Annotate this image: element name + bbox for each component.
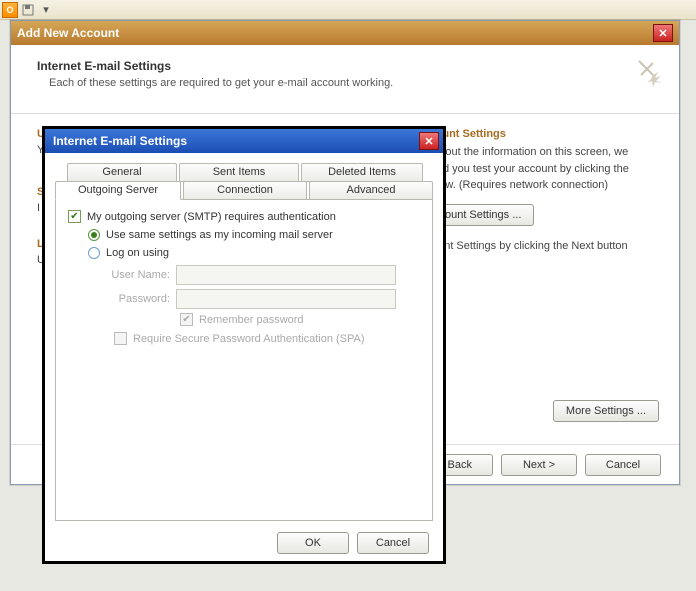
radio-icon[interactable]: [88, 247, 100, 259]
radio-icon[interactable]: [88, 229, 100, 241]
spa-label: Require Secure Password Authentication (…: [133, 333, 365, 345]
use-same-settings-label: Use same settings as my incoming mail se…: [106, 229, 333, 241]
smtp-auth-checkbox-row[interactable]: ✔ My outgoing server (SMTP) requires aut…: [68, 210, 420, 223]
cancel-button[interactable]: Cancel: [585, 454, 661, 476]
username-label: User Name:: [96, 269, 170, 281]
close-icon[interactable]: ✕: [419, 132, 439, 150]
checkbox-icon: ✔: [180, 313, 193, 326]
qat-dropdown-icon[interactable]: ▾: [38, 2, 54, 18]
dialog-body: General Sent Items Deleted Items Outgoin…: [45, 153, 443, 561]
quick-access-toolbar: O ▾: [0, 0, 696, 20]
next-button[interactable]: Next >: [501, 454, 577, 476]
logon-using-label: Log on using: [106, 247, 169, 259]
remember-password-label: Remember password: [199, 314, 304, 326]
tab-connection[interactable]: Connection: [183, 181, 307, 200]
smtp-auth-label: My outgoing server (SMTP) requires authe…: [87, 211, 336, 223]
tab-advanced[interactable]: Advanced: [309, 181, 433, 200]
tab-general[interactable]: General: [67, 163, 177, 182]
add-account-title: Add New Account: [17, 26, 119, 40]
cancel-button[interactable]: Cancel: [357, 532, 429, 554]
page-title: Internet E-mail Settings: [37, 59, 659, 73]
tab-deleted-items[interactable]: Deleted Items: [301, 163, 423, 182]
dialog-titlebar: Internet E-mail Settings ✕: [45, 129, 443, 153]
add-account-header: Internet E-mail Settings Each of these s…: [11, 45, 679, 99]
qat-save-icon[interactable]: [20, 2, 36, 18]
tab-panel-outgoing: ✔ My outgoing server (SMTP) requires aut…: [55, 199, 433, 521]
dialog-title: Internet E-mail Settings: [53, 134, 187, 148]
app-icon[interactable]: O: [2, 2, 18, 18]
tab-outgoing-server[interactable]: Outgoing Server: [55, 181, 181, 200]
username-row: User Name:: [96, 265, 420, 285]
add-account-titlebar: Add New Account ✕: [11, 21, 679, 45]
email-settings-dialog: Internet E-mail Settings ✕ General Sent …: [42, 126, 446, 564]
password-row: Password:: [96, 289, 420, 309]
password-field: [176, 289, 396, 309]
password-label: Password:: [96, 293, 170, 305]
close-icon[interactable]: ✕: [653, 24, 673, 42]
logon-using-radio-row[interactable]: Log on using: [88, 247, 420, 259]
tab-strip: General Sent Items Deleted Items Outgoin…: [55, 163, 433, 201]
checkbox-icon: [114, 332, 127, 345]
checkbox-icon[interactable]: ✔: [68, 210, 81, 223]
username-field: [176, 265, 396, 285]
wizard-star-icon: [635, 57, 665, 94]
dialog-footer: OK Cancel: [45, 525, 443, 561]
remember-password-row: ✔ Remember password: [180, 313, 420, 326]
more-settings-button[interactable]: More Settings ...: [553, 400, 659, 422]
spa-row: Require Secure Password Authentication (…: [114, 332, 420, 345]
tab-sent-items[interactable]: Sent Items: [179, 163, 299, 182]
page-subtitle: Each of these settings are required to g…: [37, 77, 659, 89]
ok-button[interactable]: OK: [277, 532, 349, 554]
use-same-settings-radio-row[interactable]: Use same settings as my incoming mail se…: [88, 229, 420, 241]
